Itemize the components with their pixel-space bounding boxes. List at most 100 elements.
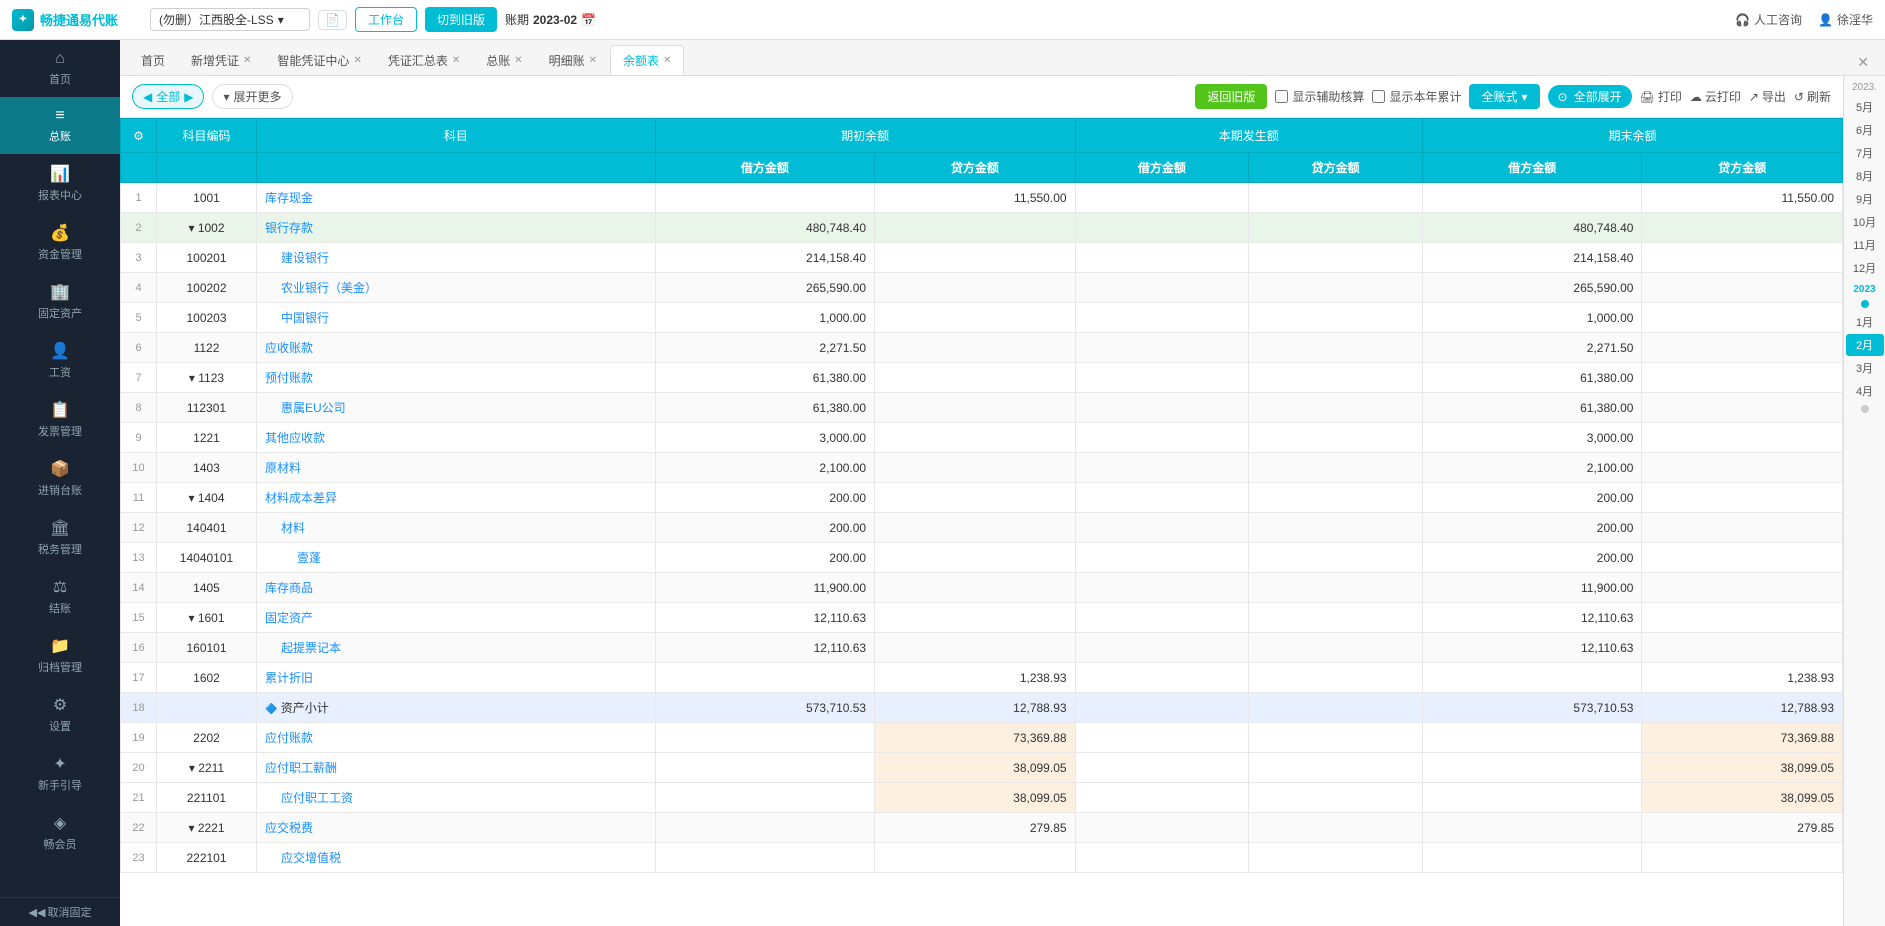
month-4[interactable]: 4月 [1846,380,1884,402]
account-name[interactable]: 应付账款 [257,723,656,753]
sidebar-item-reports[interactable]: 📊 报表中心 [0,154,120,213]
month-5[interactable]: 5月 [1846,96,1884,118]
table-row: 3100201建设银行214,158.40214,158.40 [121,243,1843,273]
tab-close-new-voucher[interactable]: ✕ [243,55,251,66]
account-name[interactable]: 累计折旧 [257,663,656,693]
sidebar-item-member[interactable]: ◈ 畅会员 [0,803,120,862]
cell-cur-credit [1249,693,1423,723]
month-9[interactable]: 9月 [1846,188,1884,210]
account-name[interactable]: 应付职工薪酬 [257,753,656,783]
tab-close-ledger[interactable]: ✕ [514,55,522,66]
consulting-btn[interactable]: 🎧 人工咨询 [1735,11,1802,28]
sidebar-item-archive[interactable]: 📁 归档管理 [0,626,120,685]
tab-close-balance[interactable]: ✕ [663,55,671,66]
account-name[interactable]: 起提票记本 [257,633,656,663]
refresh-btn[interactable]: ↺ 刷新 [1794,88,1831,105]
month-2-active[interactable]: 2月 [1846,334,1884,356]
tab-smart-voucher[interactable]: 智能凭证中心 ✕ [264,45,374,75]
account-name[interactable]: 库存商品 [257,573,656,603]
account-name[interactable]: 材料成本差异 [257,483,656,513]
tab-new-voucher[interactable]: 新增凭证 ✕ [178,45,264,75]
switch-button[interactable]: 切到旧版 [425,7,497,32]
account-name[interactable]: 原材料 [257,453,656,483]
cell-cur-debit [1075,753,1249,783]
month-7[interactable]: 7月 [1846,142,1884,164]
month-12[interactable]: 12月 [1846,257,1884,279]
account-name[interactable]: 中国银行 [257,303,656,333]
sidebar-item-settings[interactable]: ⚙ 设置 [0,685,120,744]
tab-home[interactable]: 首页 [128,45,178,75]
tab-close-detail[interactable]: ✕ [589,55,597,66]
account-name[interactable]: 壹蓬 [257,543,656,573]
account-name[interactable]: 固定资产 [257,603,656,633]
month-6[interactable]: 6月 [1846,119,1884,141]
sidebar-item-payroll[interactable]: 👤 工资 [0,331,120,390]
cell-ob-credit [875,213,1075,243]
sidebar-item-settlement[interactable]: ⚖ 结账 [0,567,120,626]
tab-close-voucher-summary[interactable]: ✕ [452,55,460,66]
expand-btn[interactable]: ▾ 展开更多 [212,84,292,109]
close-all-button[interactable]: ✕ [1849,50,1877,75]
sidebar-item-purchases[interactable]: 📦 进销台账 [0,449,120,508]
format-btn[interactable]: 全账式 ▾ [1469,84,1539,109]
account-name[interactable]: 农业银行（美金） [257,273,656,303]
cell-eb-credit [1642,243,1843,273]
cell-eb-debit: 3,000.00 [1423,423,1642,453]
account-name[interactable]: 应交税费 [257,813,656,843]
doc-icon[interactable]: 📄 [318,10,347,30]
cell-eb-credit: 1,238.93 [1642,663,1843,693]
cloud-print-btn[interactable]: ☁ 云打印 [1690,88,1741,105]
account-name[interactable]: 其他应收款 [257,423,656,453]
th-setting[interactable]: ⚙ [121,119,157,153]
cell-cur-credit [1249,663,1423,693]
cell-eb-debit [1423,783,1642,813]
row-number: 9 [121,423,157,453]
account-code: 100203 [157,303,257,333]
account-name[interactable]: 预付账款 [257,363,656,393]
user-area[interactable]: 👤 徐淫华 [1818,11,1873,28]
account-name[interactable]: 惠属EU公司 [257,393,656,423]
account-name[interactable]: 🔷 资产小计 [257,693,656,723]
tab-close-smart[interactable]: ✕ [353,55,361,66]
account-name[interactable]: 库存现金 [257,183,656,213]
tab-detail-ledger[interactable]: 明细账 ✕ [536,45,610,75]
cell-eb-credit [1642,333,1843,363]
sidebar-item-invoice[interactable]: 📋 发票管理 [0,390,120,449]
tab-voucher-summary[interactable]: 凭证汇总表 ✕ [375,45,473,75]
sidebar-item-capital[interactable]: 💰 资金管理 [0,213,120,272]
company-selector[interactable]: (勿删）江西股全-LSS ▾ [150,8,310,31]
pin-button[interactable]: ◀◀ 取消固定 [4,904,116,920]
show-ytd-checkbox[interactable]: 显示本年累计 [1372,88,1461,105]
sidebar-item-tax[interactable]: 🏛 税务管理 [0,508,120,567]
account-name[interactable]: 银行存款 [257,213,656,243]
cell-eb-credit [1642,633,1843,663]
dropdown-icon: ▾ [278,13,284,27]
month-1[interactable]: 1月 [1846,311,1884,333]
export-btn[interactable]: ↗ 导出 [1749,88,1786,105]
month-8[interactable]: 8月 [1846,165,1884,187]
workbench-button[interactable]: 工作台 [355,7,417,32]
tab-ledger[interactable]: 总账 ✕ [473,45,535,75]
filter-all-btn[interactable]: ◀ 全部 ▶ [132,84,204,109]
show-aux-checkbox[interactable]: 显示辅助核算 [1275,88,1364,105]
cell-eb-credit: 38,099.05 [1642,753,1843,783]
sidebar-item-fixed-assets[interactable]: 🏢 固定资产 [0,272,120,331]
sidebar-item-ledger[interactable]: ≡ 总账 [0,97,120,154]
tab-balance-sheet[interactable]: 余额表 ✕ [610,45,684,75]
month-10[interactable]: 10月 [1846,211,1884,233]
return-old-btn[interactable]: 返回旧版 [1195,84,1267,109]
print-btn[interactable]: 🖨 打印 [1640,88,1682,105]
month-11[interactable]: 11月 [1846,234,1884,256]
month-3[interactable]: 3月 [1846,357,1884,379]
sidebar-item-home[interactable]: ⌂ 首页 [0,40,120,97]
toggle-expand-btn[interactable]: ⊙ 全部展开 [1548,85,1632,108]
account-name[interactable]: 材料 [257,513,656,543]
account-name[interactable]: 建设银行 [257,243,656,273]
cell-ob-debit [655,783,874,813]
sidebar-item-guide[interactable]: ✦ 新手引导 [0,744,120,803]
account-name[interactable]: 应付职工工资 [257,783,656,813]
account-name[interactable]: 应交增值税 [257,843,656,873]
calendar-icon[interactable]: 📅 [581,13,596,27]
cell-cur-credit [1249,213,1423,243]
account-name[interactable]: 应收账款 [257,333,656,363]
